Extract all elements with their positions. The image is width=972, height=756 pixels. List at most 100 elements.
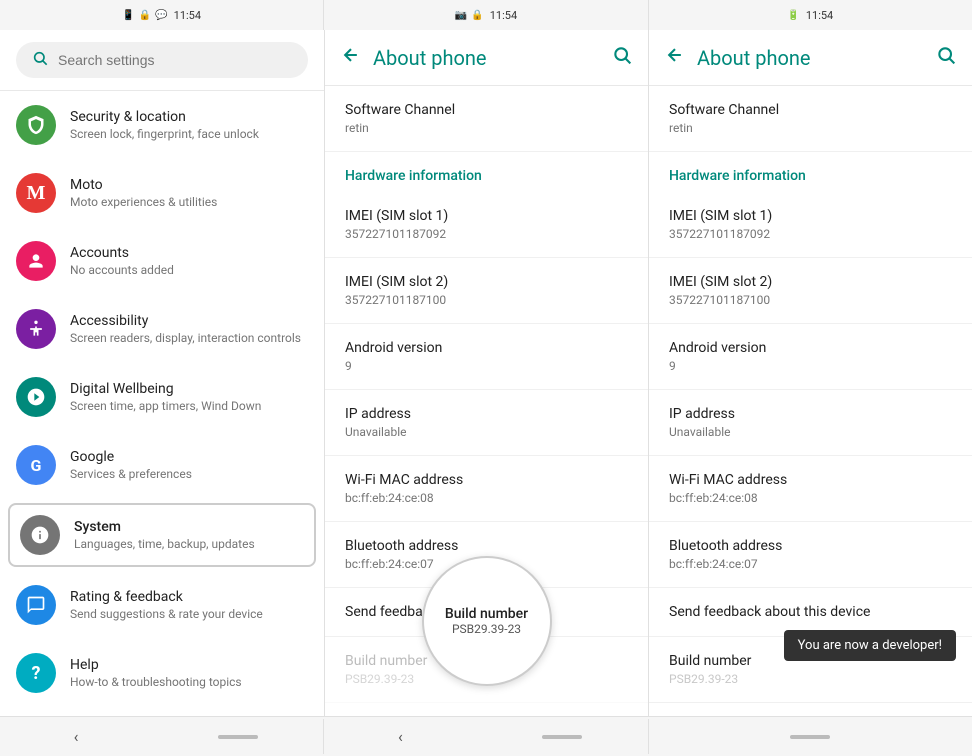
middle-sw-channel[interactable]: Software Channel retin — [325, 86, 648, 152]
nav-section-right — [649, 719, 972, 754]
right-panel: About phone Software Channel retin Hardw… — [649, 30, 972, 716]
middle-sw-channel-title: Software Channel — [345, 102, 628, 118]
digital-text: Digital Wellbeing Screen time, app timer… — [70, 381, 308, 413]
google-icon: G — [16, 445, 56, 485]
accessibility-text: Accessibility Screen readers, display, i… — [70, 313, 308, 345]
right-build-subtitle: PSB29.39-23 — [669, 672, 952, 686]
accessibility-icon — [16, 309, 56, 349]
nav-back-left[interactable]: ‹ — [66, 719, 87, 754]
help-title: Help — [70, 657, 308, 673]
middle-panel: About phone Software Channel retin Hardw… — [325, 30, 649, 716]
right-android-subtitle: 9 — [669, 359, 952, 373]
security-icon — [16, 105, 56, 145]
status-bar: 📱 🔒 💬 11:54 📷 🔒 11:54 🔋 11:54 — [0, 0, 972, 30]
status-icons-left: 📱 🔒 💬 — [122, 10, 167, 21]
right-imei2-title: IMEI (SIM slot 2) — [669, 274, 952, 290]
google-title: Google — [70, 449, 308, 465]
right-android-title: Android version — [669, 340, 952, 356]
nav-section-mid: ‹ — [324, 719, 648, 754]
sidebar-item-digital[interactable]: Digital Wellbeing Screen time, app timer… — [0, 363, 324, 431]
main-layout: Security & location Screen lock, fingerp… — [0, 30, 972, 716]
sidebar-item-google[interactable]: G Google Services & preferences — [0, 431, 324, 499]
nav-back-mid[interactable]: ‹ — [390, 719, 411, 754]
right-wifi[interactable]: Wi-Fi MAC address bc:ff:eb:24:ce:08 — [649, 456, 972, 522]
nav-sections: ‹ ‹ — [0, 719, 972, 754]
sidebar-item-system[interactable]: System Languages, time, backup, updates — [8, 503, 316, 567]
sidebar-item-accessibility[interactable]: Accessibility Screen readers, display, i… — [0, 295, 324, 363]
accounts-text: Accounts No accounts added — [70, 245, 308, 277]
rating-subtitle: Send suggestions & rate your device — [70, 607, 308, 621]
right-imei1[interactable]: IMEI (SIM slot 1) 357227101187092 — [649, 192, 972, 258]
middle-android-subtitle: 9 — [345, 359, 628, 373]
sidebar-item-rating[interactable]: Rating & feedback Send suggestions & rat… — [0, 571, 324, 639]
settings-list: Security & location Screen lock, fingerp… — [0, 91, 324, 716]
status-icon-cam: 📷 — [455, 10, 467, 21]
right-imei1-subtitle: 357227101187092 — [669, 227, 952, 241]
status-section-mid: 📷 🔒 11:54 — [324, 0, 648, 30]
status-time-mid: 11:54 — [490, 9, 517, 22]
help-text: Help How-to & troubleshooting topics — [70, 657, 308, 689]
rating-icon — [16, 585, 56, 625]
moto-title: Moto — [70, 177, 308, 193]
middle-imei1[interactable]: IMEI (SIM slot 1) 357227101187092 — [325, 192, 648, 258]
middle-android[interactable]: Android version 9 — [325, 324, 648, 390]
right-android[interactable]: Android version 9 — [649, 324, 972, 390]
moto-icon: M — [16, 173, 56, 213]
right-wifi-subtitle: bc:ff:eb:24:ce:08 — [669, 491, 952, 505]
digital-subtitle: Screen time, app timers, Wind Down — [70, 399, 308, 413]
search-input[interactable] — [58, 52, 292, 68]
accessibility-title: Accessibility — [70, 313, 308, 329]
sidebar-item-moto[interactable]: M Moto Moto experiences & utilities — [0, 159, 324, 227]
middle-about-header: About phone — [325, 30, 648, 86]
right-ip-subtitle: Unavailable — [669, 425, 952, 439]
rating-title: Rating & feedback — [70, 589, 308, 605]
middle-wifi[interactable]: Wi-Fi MAC address bc:ff:eb:24:ce:08 — [325, 456, 648, 522]
middle-ip-subtitle: Unavailable — [345, 425, 628, 439]
middle-ip[interactable]: IP address Unavailable — [325, 390, 648, 456]
right-about-header: About phone — [649, 30, 972, 86]
digital-icon — [16, 377, 56, 417]
status-icon-battery: 🔋 — [787, 10, 799, 21]
scroll-indicator-mid — [542, 735, 582, 739]
middle-imei2[interactable]: IMEI (SIM slot 2) 357227101187100 — [325, 258, 648, 324]
system-icon — [20, 515, 60, 555]
middle-imei2-subtitle: 357227101187100 — [345, 293, 628, 307]
search-input-wrapper[interactable] — [16, 42, 308, 78]
rating-text: Rating & feedback Send suggestions & rat… — [70, 589, 308, 621]
build-circle-title-text: Build number — [445, 606, 528, 622]
build-number-circle[interactable]: Build number PSB29.39-23 — [422, 556, 552, 686]
right-search-button[interactable] — [936, 45, 956, 70]
scroll-indicator-right — [790, 735, 830, 739]
middle-search-button[interactable] — [612, 45, 632, 70]
accounts-subtitle: No accounts added — [70, 263, 308, 277]
right-bt[interactable]: Bluetooth address bc:ff:eb:24:ce:07 — [649, 522, 972, 588]
right-imei2[interactable]: IMEI (SIM slot 2) 357227101187100 — [649, 258, 972, 324]
right-imei2-subtitle: 357227101187100 — [669, 293, 952, 307]
middle-imei2-title: IMEI (SIM slot 2) — [345, 274, 628, 290]
status-icons-right: 🔋 — [787, 10, 799, 21]
sidebar-item-accounts[interactable]: Accounts No accounts added — [0, 227, 324, 295]
google-text: Google Services & preferences — [70, 449, 308, 481]
help-subtitle: How-to & troubleshooting topics — [70, 675, 308, 689]
accessibility-subtitle: Screen readers, display, interaction con… — [70, 331, 308, 345]
right-sw-channel-subtitle: retin — [669, 121, 952, 135]
sidebar-item-help[interactable]: ? Help How-to & troubleshooting topics — [0, 639, 324, 707]
middle-imei1-title: IMEI (SIM slot 1) — [345, 208, 628, 224]
right-sw-channel[interactable]: Software Channel retin — [649, 86, 972, 152]
middle-imei1-subtitle: 357227101187092 — [345, 227, 628, 241]
middle-back-button[interactable] — [341, 45, 361, 70]
sidebar-item-security[interactable]: Security & location Screen lock, fingerp… — [0, 91, 324, 159]
middle-bt-title: Bluetooth address — [345, 538, 628, 554]
moto-subtitle: Moto experiences & utilities — [70, 195, 308, 209]
middle-hw-section: Hardware information — [325, 152, 648, 192]
digital-title: Digital Wellbeing — [70, 381, 308, 397]
right-hw-section: Hardware information — [649, 152, 972, 192]
status-icons-mid: 📷 🔒 — [455, 10, 484, 21]
middle-ip-title: IP address — [345, 406, 628, 422]
help-icon: ? — [16, 653, 56, 693]
right-feedback-title: Send feedback about this device — [669, 604, 952, 620]
right-back-button[interactable] — [665, 45, 685, 70]
system-title: System — [74, 519, 304, 535]
right-ip-title: IP address — [669, 406, 952, 422]
right-ip[interactable]: IP address Unavailable — [649, 390, 972, 456]
